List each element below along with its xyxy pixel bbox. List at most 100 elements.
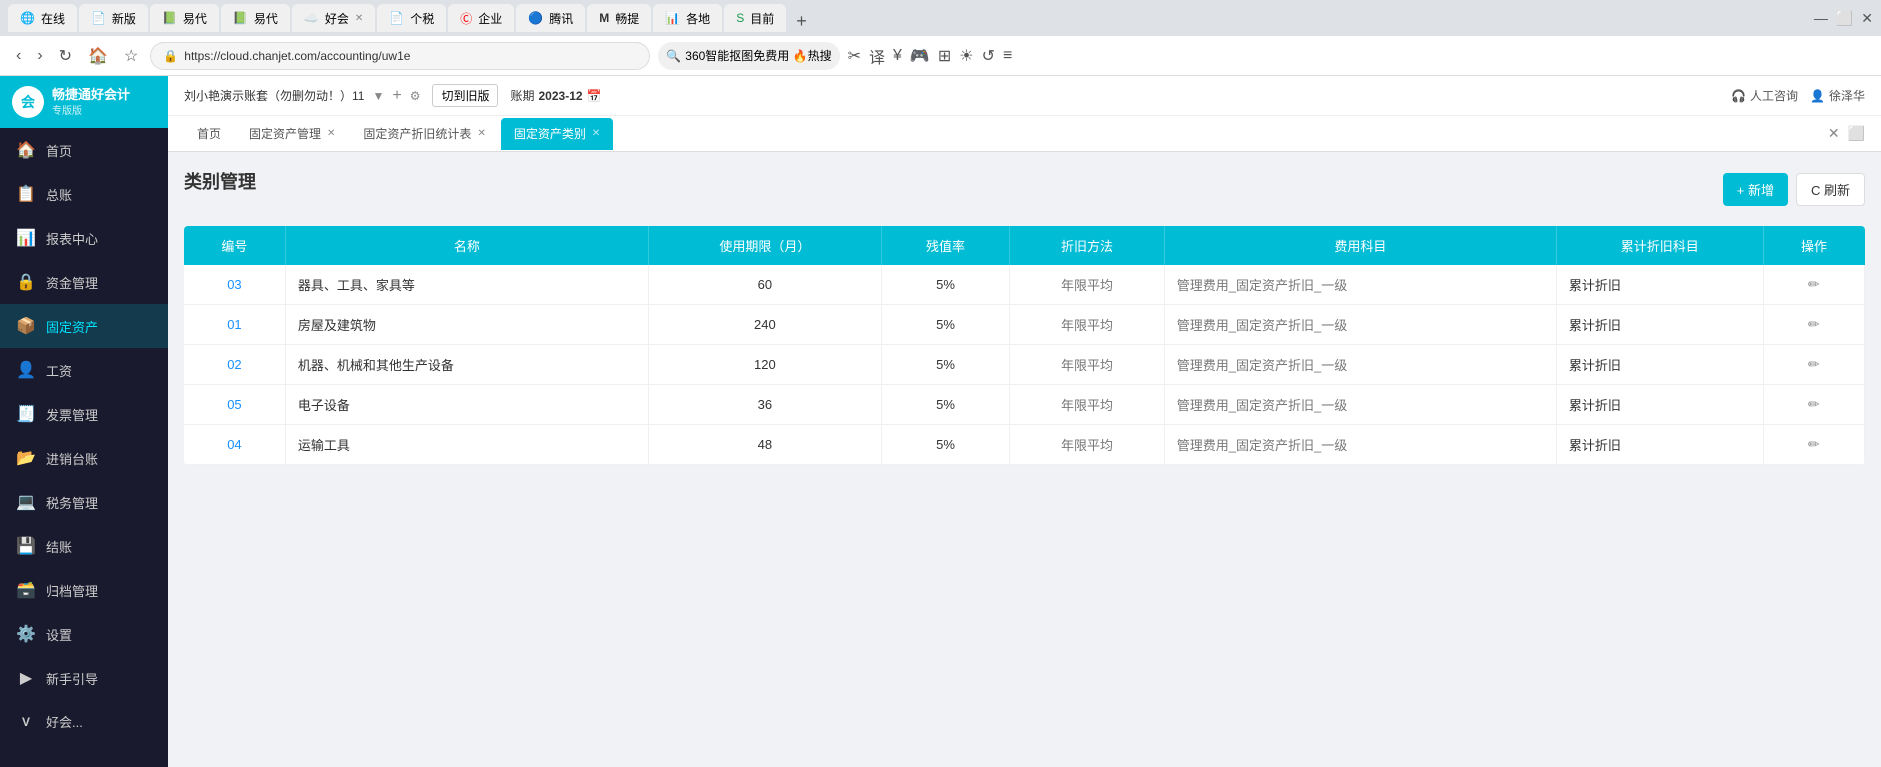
tab-category-close[interactable]: ✕ — [592, 128, 600, 139]
tab-changti[interactable]: M畅提 — [587, 4, 651, 32]
cell-code: 02 — [184, 345, 285, 385]
col-rate: 残值率 — [881, 226, 1009, 265]
sidebar-label-tax: 税务管理 — [46, 493, 98, 512]
grid-icon[interactable]: ⊞ — [938, 46, 951, 66]
game-icon[interactable]: 🎮 — [910, 46, 930, 66]
window-maximize[interactable]: ⬜ — [1836, 10, 1853, 27]
back-btn[interactable]: ‹ — [12, 43, 25, 69]
new-tab-btn[interactable]: + — [788, 11, 815, 32]
bookmark-btn[interactable]: ☆ — [120, 42, 142, 70]
sidebar-item-capital[interactable]: 🔒 资金管理 — [0, 260, 168, 304]
cell-name: 器具、工具、家具等 — [285, 265, 648, 305]
sidebar-item-fixed-assets[interactable]: 📦 固定资产 — [0, 304, 168, 348]
sidebar-item-salary[interactable]: 👤 工资 — [0, 348, 168, 392]
search-bar[interactable]: 🔍 360智能抠图免费用 🔥热搜 — [658, 42, 839, 70]
brightness-icon[interactable]: ☀ — [959, 46, 973, 66]
tab-xinban[interactable]: 📄新版 — [79, 4, 148, 32]
sidebar-item-home[interactable]: 🏠 首页 — [0, 128, 168, 172]
tab-depreciation-close[interactable]: ✕ — [477, 128, 485, 139]
cell-expense: 管理费用_固定资产折旧_一级 — [1164, 385, 1556, 425]
browser-toolbar-icons: ✂ 译 ¥ 🎮 ⊞ ☀ ↺ ≡ — [848, 44, 1013, 68]
tab-gedi[interactable]: 📊各地 — [653, 4, 722, 32]
cell-method: 年限平均 — [1010, 265, 1165, 305]
tabs-row: 🌐在线 📄新版 📗易代 📗易代 ☁️好会✕ 📄个税 Ⓒ企业 🔵腾讯 M畅提 📊各… — [8, 4, 815, 32]
service-btn[interactable]: 🎧 人工咨询 — [1731, 87, 1798, 104]
cell-expense: 管理费用_固定资产折旧_一级 — [1164, 425, 1556, 465]
cell-action: ✏ — [1763, 385, 1864, 425]
cell-accum: 累计折旧 — [1556, 305, 1763, 345]
tab-haohui[interactable]: ☁️好会✕ — [292, 4, 375, 32]
sidebar-item-settings[interactable]: ⚙️ 设置 — [0, 612, 168, 656]
headset-icon: 🎧 — [1731, 89, 1746, 103]
user-btn[interactable]: 👤 徐泽华 — [1810, 87, 1865, 104]
tab-close-haohui[interactable]: ✕ — [355, 13, 363, 24]
history-icon[interactable]: ↺ — [982, 46, 995, 66]
window-close[interactable]: ✕ — [1861, 10, 1873, 27]
haohui-icon: V — [16, 715, 36, 729]
ledger-icon: 📋 — [16, 184, 36, 204]
edit-icon[interactable]: ✏ — [1808, 276, 1820, 292]
tab-yidai1[interactable]: 📗易代 — [150, 4, 219, 32]
add-account-icon[interactable]: + — [392, 87, 401, 105]
cell-rate: 5% — [881, 265, 1009, 305]
tab-muqian[interactable]: S目前 — [724, 4, 786, 32]
cell-name: 电子设备 — [285, 385, 648, 425]
tab-asset-category[interactable]: 固定资产类别 ✕ — [501, 118, 613, 150]
sidebar-item-invoice[interactable]: 🧾 发票管理 — [0, 392, 168, 436]
edit-icon[interactable]: ✏ — [1808, 436, 1820, 452]
address-bar-row: ‹ › ↻ 🏠 ☆ 🔒 https://cloud.chanjet.com/ac… — [0, 36, 1881, 76]
page-content: 类别管理 + 新增 C 刷新 编号 名称 使用期限（月） 残值率 折旧方法 费用… — [168, 152, 1881, 767]
translate-icon[interactable]: 译 — [869, 44, 885, 68]
settings-gear-icon[interactable]: ⚙ — [410, 89, 421, 103]
close-tab-icon[interactable]: ✕ — [1828, 125, 1840, 142]
logo-sub-text: 专版版 — [52, 102, 130, 117]
sidebar-item-archive[interactable]: 🗃️ 归档管理 — [0, 568, 168, 612]
edit-icon[interactable]: ✏ — [1808, 356, 1820, 372]
edit-icon[interactable]: ✏ — [1808, 396, 1820, 412]
reload-btn[interactable]: ↻ — [55, 42, 76, 70]
tab-fixed-assets-mgmt[interactable]: 固定资产管理 ✕ — [236, 118, 348, 150]
table-row: 03 器具、工具、家具等 60 5% 年限平均 管理费用_固定资产折旧_一级 累… — [184, 265, 1865, 305]
logo-icon: 会 — [12, 86, 44, 118]
table-body: 03 器具、工具、家具等 60 5% 年限平均 管理费用_固定资产折旧_一级 累… — [184, 265, 1865, 465]
tab-geshui[interactable]: 📄个税 — [377, 4, 446, 32]
old-version-btn[interactable]: 切到旧版 — [432, 84, 498, 107]
menu-icon[interactable]: ≡ — [1003, 47, 1012, 65]
scissors-icon[interactable]: ✂ — [848, 46, 861, 66]
refresh-btn[interactable]: C 刷新 — [1796, 173, 1865, 206]
tab-tengxun[interactable]: 🔵腾讯 — [516, 4, 585, 32]
tab-depreciation-table[interactable]: 固定资产折旧统计表 ✕ — [350, 118, 498, 150]
cell-code: 04 — [184, 425, 285, 465]
tab-assets-mgmt-close[interactable]: ✕ — [327, 128, 335, 139]
main-content: 刘小艳演示账套（勿删勿动！）11 ▼ + ⚙ 切到旧版 账期 2023-12 📅… — [168, 76, 1881, 767]
forward-btn[interactable]: › — [33, 43, 46, 69]
sidebar-logo: 会 畅捷通好会计 专版版 — [0, 76, 168, 128]
calendar-icon[interactable]: 📅 — [587, 89, 602, 103]
col-code: 编号 — [184, 226, 285, 265]
expand-icon[interactable]: ▼ — [372, 89, 384, 103]
sidebar-label-home: 首页 — [46, 141, 72, 160]
tab-yidai2[interactable]: 📗易代 — [221, 4, 290, 32]
tab-qiye[interactable]: Ⓒ企业 — [448, 4, 514, 32]
archive-icon: 🗃️ — [16, 580, 36, 600]
window-minimize[interactable]: — — [1814, 10, 1828, 26]
sidebar-item-closing[interactable]: 💾 结账 — [0, 524, 168, 568]
invoice-icon: 🧾 — [16, 404, 36, 424]
top-bar-right: 🎧 人工咨询 👤 徐泽华 — [1731, 87, 1865, 104]
wallet-icon[interactable]: ¥ — [893, 47, 902, 65]
tab-zaixin[interactable]: 🌐在线 — [8, 4, 77, 32]
sidebar-item-tax[interactable]: 💻 税务管理 — [0, 480, 168, 524]
expand-tab-icon[interactable]: ⬜ — [1848, 125, 1865, 142]
address-input[interactable]: 🔒 https://cloud.chanjet.com/accounting/u… — [150, 42, 650, 70]
col-action: 操作 — [1763, 226, 1864, 265]
sidebar-item-guide[interactable]: ▶ 新手引导 — [0, 656, 168, 700]
sidebar-item-general-ledger[interactable]: 📋 总账 — [0, 172, 168, 216]
edit-icon[interactable]: ✏ — [1808, 316, 1820, 332]
add-btn[interactable]: + 新增 — [1723, 173, 1788, 206]
tab-home[interactable]: 首页 — [184, 118, 234, 150]
home-btn[interactable]: 🏠 — [84, 42, 112, 70]
sidebar-item-reports[interactable]: 📊 报表中心 — [0, 216, 168, 260]
sidebar-item-purchase[interactable]: 📂 进销台账 — [0, 436, 168, 480]
cell-action: ✏ — [1763, 425, 1864, 465]
sidebar-item-haohui[interactable]: V 好会... — [0, 700, 168, 743]
